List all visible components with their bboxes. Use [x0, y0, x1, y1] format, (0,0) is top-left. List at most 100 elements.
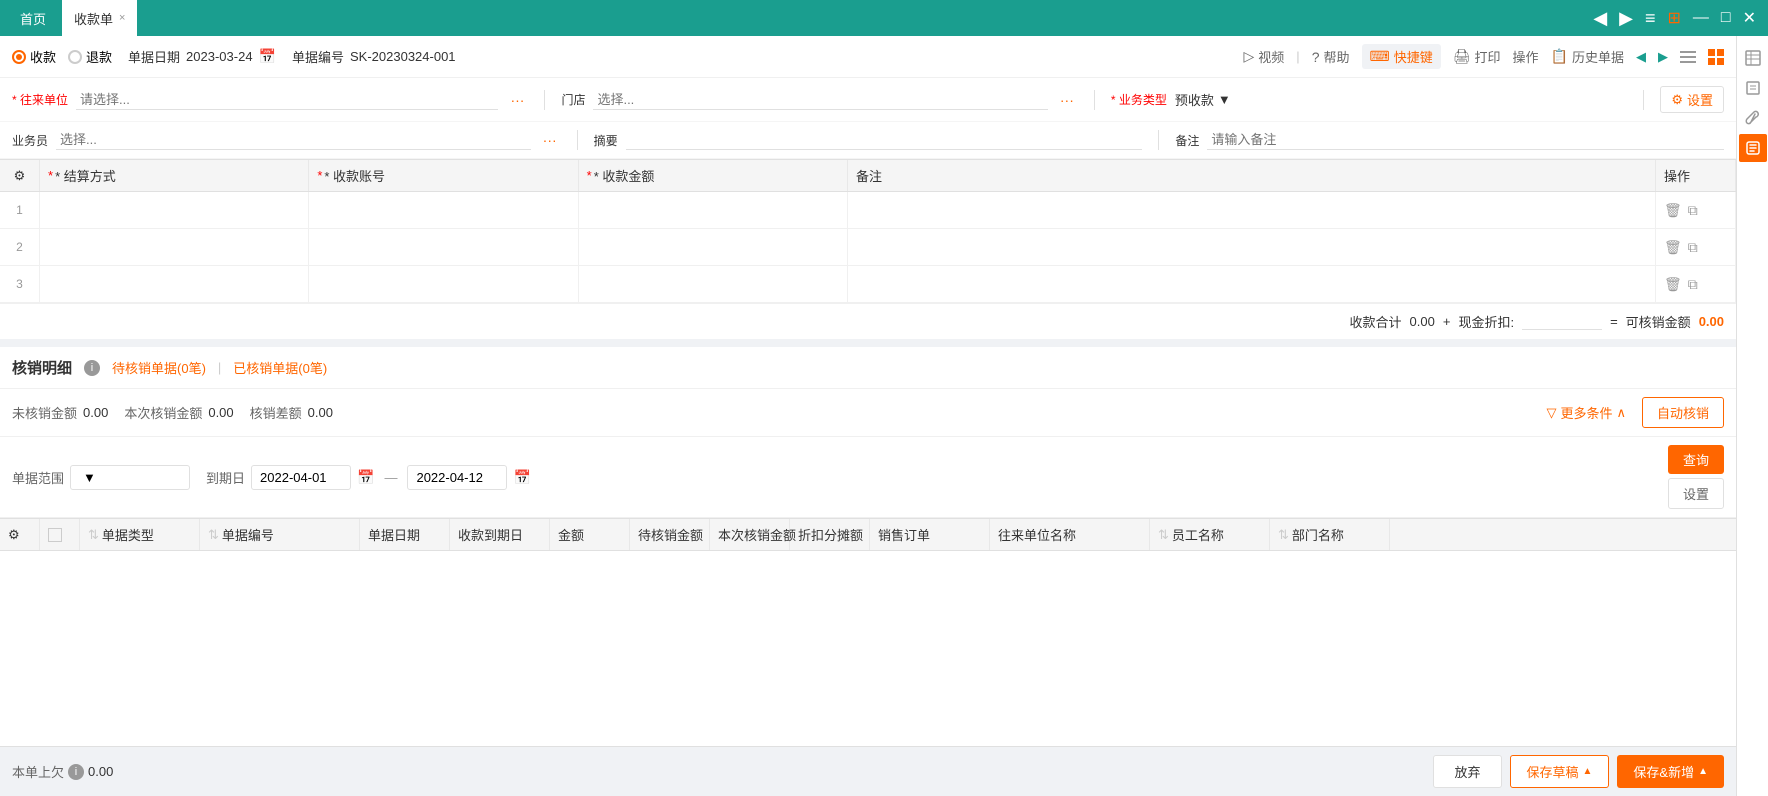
th-settings: ⚙	[0, 160, 40, 191]
calendar-from-icon[interactable]: 📅	[357, 469, 374, 486]
sidebar-icon-attach[interactable]	[1739, 104, 1767, 132]
notes-input[interactable]	[1207, 130, 1724, 150]
row-2-remark[interactable]	[848, 229, 1656, 265]
row-3-copy-icon[interactable]: ⧉	[1688, 276, 1698, 293]
vth-counterparty: 往来单位名称	[990, 519, 1150, 550]
next-page-icon[interactable]: ▶	[1658, 49, 1668, 65]
save-new-arrow-icon: ▲	[1698, 766, 1708, 777]
more-filters-btn[interactable]: ▽ 更多条件 ∧	[1546, 403, 1626, 422]
bottom-bar: 本单上欠 i 0.00 放弃 保存草稿 ▲ 保存&新增 ▲	[0, 746, 1736, 796]
discard-button[interactable]: 放弃	[1433, 755, 1501, 788]
save-draft-button[interactable]: 保存草稿 ▲	[1510, 755, 1610, 788]
sort-arrows-icon3: ⇅	[1158, 527, 1169, 543]
range-label: 单据范围	[12, 468, 64, 487]
row-1-amount[interactable]	[579, 192, 848, 228]
home-tab[interactable]: 首页	[8, 0, 58, 36]
row-2-amount-input[interactable]	[587, 240, 839, 255]
counterparty-input[interactable]	[76, 90, 498, 110]
row-2-account[interactable]	[309, 229, 578, 265]
select-all-checkbox[interactable]	[48, 528, 62, 542]
prev-page-icon[interactable]: ◀	[1636, 49, 1646, 65]
store-input[interactable]	[593, 90, 1047, 110]
window-close-icon[interactable]: ✕	[1739, 8, 1760, 28]
right-sidebar	[1736, 36, 1768, 796]
operation-button[interactable]: 操作	[1513, 47, 1539, 66]
window-minimize-icon[interactable]: —	[1689, 9, 1713, 27]
row-1-account[interactable]	[309, 192, 578, 228]
row-2-copy-icon[interactable]: ⧉	[1688, 239, 1698, 256]
date-to-input[interactable]	[407, 465, 507, 490]
prev-icon[interactable]: ◀	[1589, 8, 1611, 29]
completed-tab[interactable]: 已核销单据(0笔)	[233, 358, 327, 377]
row-2-delete-icon[interactable]: 🗑	[1664, 239, 1682, 256]
row-3-settle-input[interactable]	[48, 277, 300, 292]
diff-value: 0.00	[308, 405, 333, 420]
video-button[interactable]: ▷ 视频	[1244, 47, 1285, 66]
calendar-to-icon[interactable]: 📅	[513, 469, 530, 486]
next-icon[interactable]: ▶	[1615, 8, 1637, 29]
verify-settings-icon[interactable]: ⚙	[8, 527, 20, 543]
print-button[interactable]: 🖨 打印	[1453, 47, 1501, 66]
verification-info-icon[interactable]: i	[84, 360, 100, 376]
row-2-remark-input[interactable]	[856, 240, 1647, 255]
staff-input[interactable]	[56, 130, 531, 150]
summary-input[interactable]	[626, 130, 1143, 150]
row-2-settle[interactable]	[40, 229, 309, 265]
row-1-remark-input[interactable]	[856, 203, 1647, 218]
menu-lines-btn[interactable]	[1680, 51, 1696, 63]
save-new-button[interactable]: 保存&新增 ▲	[1617, 755, 1724, 788]
auto-verify-button[interactable]: 自动核销	[1642, 397, 1724, 428]
row-1-settle[interactable]	[40, 192, 309, 228]
row-3-settle[interactable]	[40, 266, 309, 302]
row-3-remark-input[interactable]	[856, 277, 1647, 292]
sidebar-icon-active[interactable]	[1739, 134, 1767, 162]
range-select[interactable]: ▼	[70, 465, 190, 490]
receipt-tab[interactable]: 收款单 ×	[62, 0, 137, 36]
pending-tab[interactable]: 待核销单据(0笔)	[112, 358, 206, 377]
menu-lines-icon[interactable]: ≡	[1641, 8, 1660, 29]
store-more-btn[interactable]: ···	[1056, 92, 1078, 108]
date-from-input[interactable]	[251, 465, 351, 490]
shortcut-button[interactable]: ⌨ 快捷键	[1362, 44, 1441, 69]
row-3-delete-icon[interactable]: 🗑	[1664, 276, 1682, 293]
row-2-settle-input[interactable]	[48, 240, 300, 255]
row-1-copy-icon[interactable]: ⧉	[1688, 202, 1698, 219]
history-button[interactable]: 📋 历史单据	[1551, 47, 1624, 66]
receipt-radio[interactable]: 收款	[12, 47, 56, 66]
form-row-2: 业务员 ··· 摘要 备注	[0, 122, 1736, 159]
row-3-amount[interactable]	[579, 266, 848, 302]
calendar-icon[interactable]: 📅	[259, 48, 276, 65]
row-3-amount-input[interactable]	[587, 277, 839, 292]
bottom-info-icon[interactable]: i	[68, 764, 84, 780]
row-2-account-input[interactable]	[317, 240, 569, 255]
sidebar-icon-table[interactable]	[1739, 44, 1767, 72]
settings-icon[interactable]: ⚙	[14, 168, 26, 184]
row-3-account-input[interactable]	[317, 277, 569, 292]
row-3-account[interactable]	[309, 266, 578, 302]
number-label: 单据编号	[292, 47, 344, 66]
row-1-settle-input[interactable]	[48, 203, 300, 218]
row-2-amount[interactable]	[579, 229, 848, 265]
grid-view-icon[interactable]: ⊞	[1664, 8, 1685, 28]
counterparty-more-btn[interactable]: ···	[506, 92, 528, 108]
sidebar-icon-list[interactable]	[1739, 74, 1767, 102]
grid-menu-btn[interactable]	[1708, 49, 1724, 65]
filter-setting-button[interactable]: 设置	[1668, 478, 1724, 509]
refund-radio[interactable]: 退款	[68, 47, 112, 66]
th-action: 操作	[1656, 160, 1736, 191]
settings-button[interactable]: ⚙ 设置	[1660, 86, 1724, 113]
row-1-delete-icon[interactable]: 🗑	[1664, 202, 1682, 219]
query-button[interactable]: 查询	[1668, 445, 1724, 474]
close-tab-icon[interactable]: ×	[119, 12, 125, 24]
bottom-info: 本单上欠 i 0.00	[12, 762, 113, 781]
window-maximize-icon[interactable]: □	[1717, 9, 1735, 27]
row-3-remark[interactable]	[848, 266, 1656, 302]
staff-more-btn[interactable]: ···	[539, 132, 561, 148]
row-1-amount-input[interactable]	[587, 203, 839, 218]
discount-input[interactable]	[1522, 314, 1602, 330]
row-1-account-input[interactable]	[317, 203, 569, 218]
business-type-select[interactable]: 预收款 ▼	[1175, 90, 1231, 109]
help-button[interactable]: ? 帮助	[1312, 47, 1350, 66]
row-1-remark[interactable]	[848, 192, 1656, 228]
table-row: 2 🗑 ⧉	[0, 229, 1736, 266]
